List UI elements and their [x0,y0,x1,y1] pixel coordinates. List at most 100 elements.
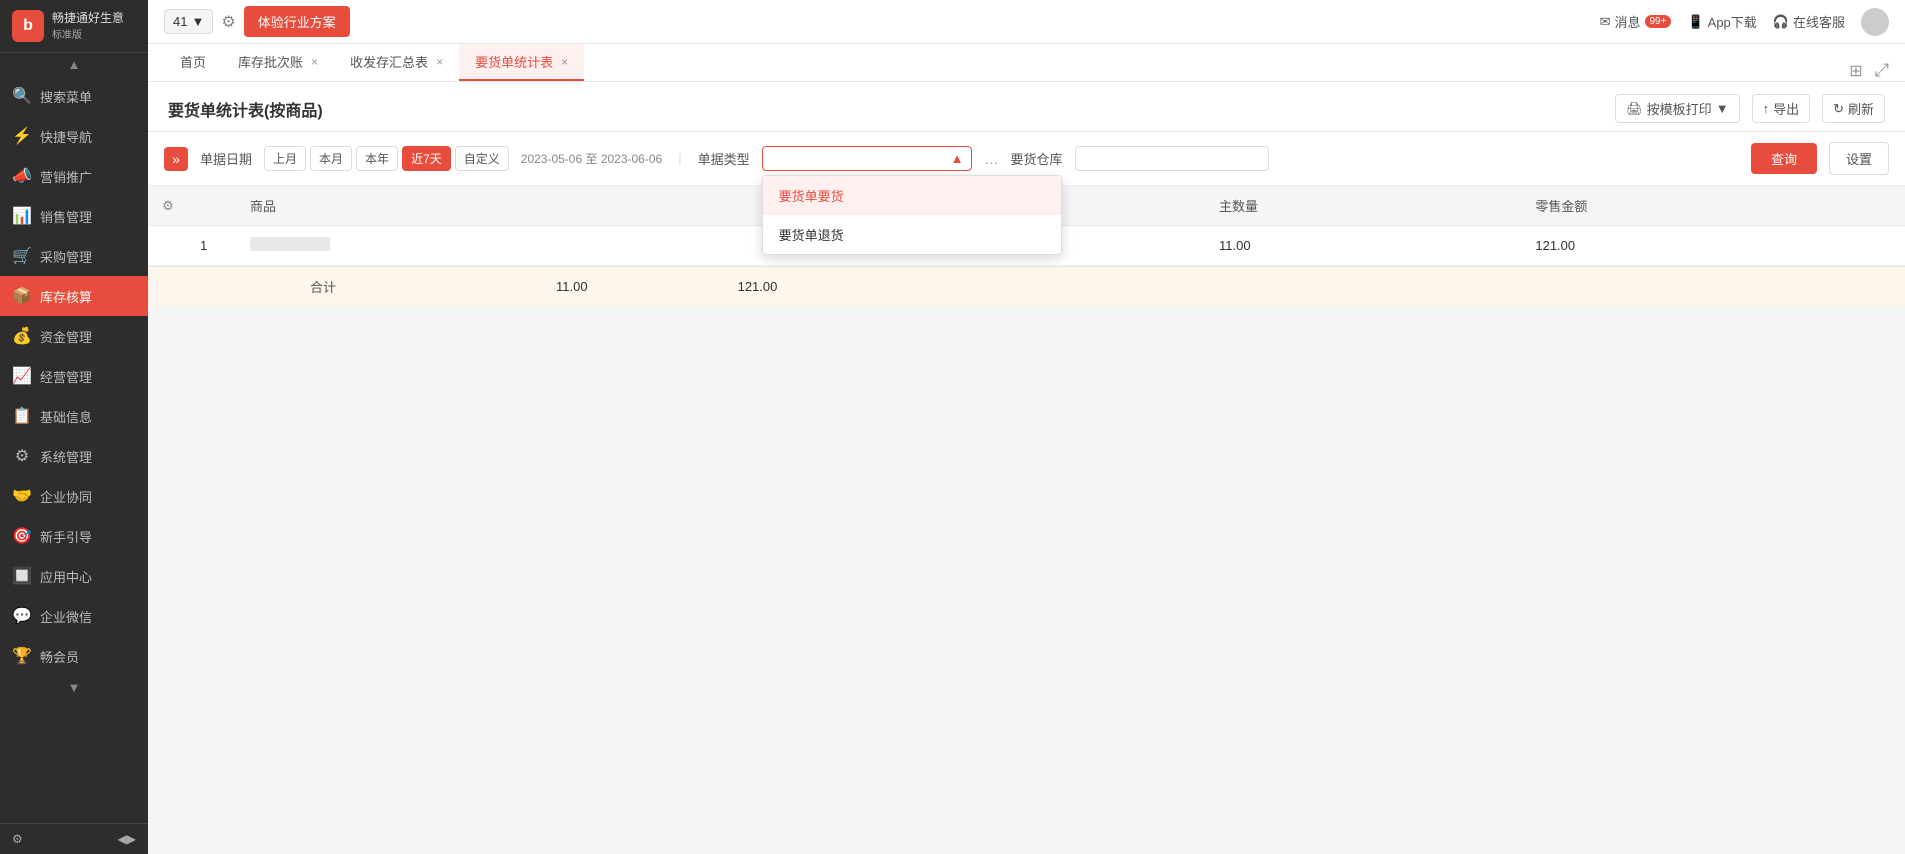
app-download-action[interactable]: 📱 App下载 [1687,12,1756,31]
sidebar-item-search-label: 搜索菜单 [40,87,92,106]
query-btn[interactable]: 查询 [1751,143,1817,174]
col-product: 商品 [238,186,760,226]
type-dropdown-wrapper[interactable]: ▲ [762,146,973,171]
sidebar-item-purchase-label: 采购管理 [40,247,92,266]
tab-inventory-batch-close[interactable]: × [311,55,318,69]
app-center-icon: 🔲 [12,566,32,586]
sidebar-item-operations[interactable]: 📈 经营管理 [0,356,148,396]
warehouse-filter-input[interactable] [1075,146,1269,171]
sidebar-item-search[interactable]: 🔍 搜索菜单 [0,76,148,116]
sidebar-item-app-center[interactable]: 🔲 应用中心 [0,556,148,596]
tabs-fullscreen-btn[interactable]: ⤢ [1875,60,1889,81]
messages-action[interactable]: ✉ 消息 99+ [1600,12,1672,31]
filter-bar: » 单据日期 上月 本月 本年 近7天 自定义 2023-05-06 至 202… [148,132,1905,186]
date-group: 上月 本月 本年 近7天 自定义 [264,146,509,171]
marketing-icon: 📣 [12,166,32,186]
guide-icon: 🎯 [12,526,32,546]
filter-divider: | [678,151,681,166]
tab-order-stats-close[interactable]: × [561,55,568,69]
print-chevron-icon: ▼ [1716,101,1729,116]
export-btn[interactable]: ↑ 导出 [1752,94,1811,123]
row-settings-cell [148,226,188,266]
tab-receive-summary[interactable]: 收发存汇总表 × [334,44,459,81]
online-service-action[interactable]: 🎧 在线客服 [1773,12,1845,31]
system-icon: ⚙ [12,446,32,466]
store-selector[interactable]: 41 ▼ [164,9,213,34]
sidebar-item-finance[interactable]: 💰 资金管理 [0,316,148,356]
type-dropdown-chevron-icon[interactable]: ▲ [951,151,964,166]
printer-icon: 🖨 [1626,101,1643,117]
settings-btn[interactable]: 设置 [1829,142,1889,175]
company-name: 畅捷通好生意 [52,11,124,27]
sidebar-item-marketing-label: 营销推广 [40,167,92,186]
user-avatar[interactable] [1861,8,1889,36]
app-download-label: App下载 [1708,12,1757,31]
filter-expand-btn[interactable]: » [164,147,188,171]
sidebar-item-quick-nav[interactable]: ⚡ 快捷导航 [0,116,148,156]
summary-amount: 121.00 [738,279,778,294]
sidebar-item-system[interactable]: ⚙ 系统管理 [0,436,148,476]
date-btn-last-month[interactable]: 上月 [264,146,306,171]
sidebar-bottom: ⚙ ◀▶ [0,823,148,854]
dropdown-option-1-label: 要货单退货 [779,228,844,243]
enterprise-icon: 🤝 [12,486,32,506]
row-quantity-cell: 11.00 [1207,226,1523,266]
finance-icon: 💰 [12,326,32,346]
col-settings[interactable]: ⚙ [148,186,188,226]
sidebar-item-marketing[interactable]: 📣 营销推广 [0,156,148,196]
dropdown-option-0[interactable]: 要货单要货 [763,176,1061,215]
quick-nav-icon: ⚡ [12,126,32,146]
tab-order-stats[interactable]: 要货单统计表 × [459,44,584,81]
member-icon: 🏆 [12,646,32,666]
sidebar-item-basic-info[interactable]: 📋 基础信息 [0,396,148,436]
messages-badge: 99+ [1645,15,1672,28]
sidebar-collapse-btn[interactable]: ◀▶ [118,832,136,846]
scroll-up-btn[interactable]: ▲ [0,53,148,76]
date-btn-this-year[interactable]: 本年 [356,146,398,171]
sidebar-item-sales[interactable]: 📊 销售管理 [0,196,148,236]
row-index-cell: 1 [188,226,238,266]
app-download-icon: 📱 [1687,14,1703,30]
search-icon: 🔍 [12,86,32,106]
tab-inventory-batch[interactable]: 库存批次账 × [222,44,334,81]
refresh-btn[interactable]: ↻ 刷新 [1822,94,1885,123]
page-actions: 🖨 按模板打印 ▼ ↑ 导出 ↻ 刷新 [1615,94,1885,123]
wechat-icon: 💬 [12,606,32,626]
topbar-right: ✉ 消息 99+ 📱 App下载 🎧 在线客服 [1600,8,1889,36]
headset-icon: 🎧 [1773,14,1789,30]
print-btn[interactable]: 🖨 按模板打印 ▼ [1615,94,1739,123]
dropdown-option-1[interactable]: 要货单退货 [763,215,1061,254]
messages-icon: ✉ [1600,14,1611,30]
date-btn-custom[interactable]: 自定义 [455,146,509,171]
date-btn-7days[interactable]: 近7天 [402,146,451,171]
page-title: 要货单统计表(按商品) [168,97,323,121]
sidebar-item-sales-label: 销售管理 [40,207,92,226]
tab-receive-summary-close[interactable]: × [436,55,443,69]
sidebar: b 畅捷通好生意 标准版 ▲ 🔍 搜索菜单 ⚡ 快捷导航 📣 营销推广 📊 销售… [0,0,148,854]
online-service-label: 在线客服 [1793,12,1845,31]
sidebar-item-wechat-label: 企业微信 [40,607,92,626]
sidebar-item-guide-label: 新手引导 [40,527,92,546]
tab-inventory-batch-label: 库存批次账 [238,52,303,71]
sidebar-item-inventory[interactable]: 📦 库存核算 [0,276,148,316]
topbar-settings-icon[interactable]: ⚙ [221,12,235,32]
sidebar-item-enterprise[interactable]: 🤝 企业协同 [0,476,148,516]
sidebar-item-purchase[interactable]: 🛒 采购管理 [0,236,148,276]
sidebar-item-member[interactable]: 🏆 畅会员 [0,636,148,676]
trial-btn[interactable]: 体验行业方案 [244,6,350,37]
sidebar-item-wechat[interactable]: 💬 企业微信 [0,596,148,636]
sidebar-nav: ▲ 🔍 搜索菜单 ⚡ 快捷导航 📣 营销推广 📊 销售管理 🛒 采购管理 📦 库… [0,53,148,823]
filter-more-icon[interactable]: … [984,151,998,167]
summary-label: 合计 [310,277,336,296]
tabs-expand-btn[interactable]: ⊞ [1841,61,1870,81]
scroll-down-btn[interactable]: ▼ [0,676,148,699]
settings-gear-icon[interactable]: ⚙ [12,832,23,846]
tab-home-label: 首页 [180,52,206,71]
tab-home[interactable]: 首页 [164,44,222,81]
date-btn-this-month[interactable]: 本月 [310,146,352,171]
type-dropdown-input[interactable] [771,151,947,166]
sidebar-item-guide[interactable]: 🎯 新手引导 [0,516,148,556]
store-chevron-icon: ▼ [191,14,204,29]
col-quantity: 主数量 [1207,186,1523,226]
product-name-placeholder [250,237,330,251]
